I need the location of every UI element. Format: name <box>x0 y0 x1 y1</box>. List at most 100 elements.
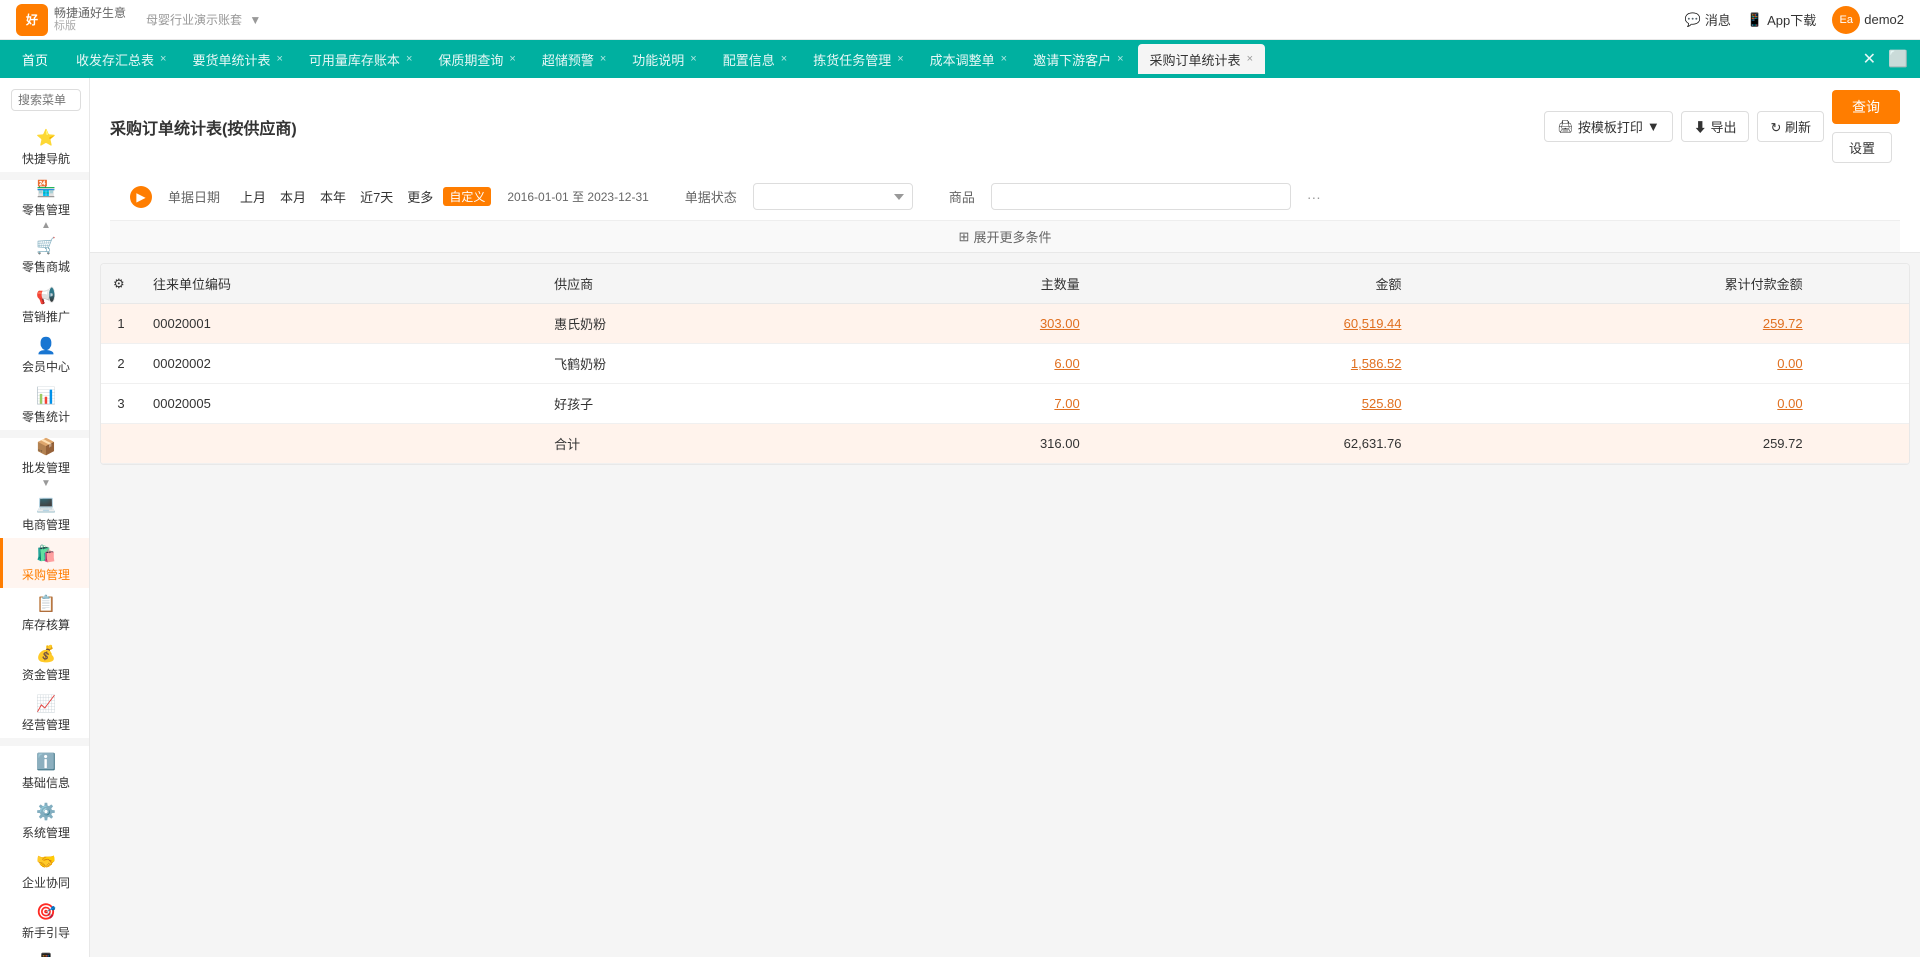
row-supplier: 惠氏奶粉 <box>542 304 841 344</box>
enterprise-collab-icon: 🤝 <box>36 852 56 872</box>
shortcut-icon: ⭐ <box>36 128 56 148</box>
shortcut-this-month[interactable]: 本月 <box>276 185 310 208</box>
filter-toggle-button[interactable]: ▶ <box>130 186 152 208</box>
sidebar-item-marketing[interactable]: 📢 营销推广 <box>0 280 89 330</box>
tab-stock-book[interactable]: 可用量库存账本 × <box>297 44 424 74</box>
close-icon[interactable]: × <box>1117 53 1123 65</box>
close-icon[interactable]: × <box>897 53 903 65</box>
close-icon[interactable]: × <box>781 53 787 65</box>
tab-goods-summary[interactable]: 要货单统计表 × <box>180 44 294 74</box>
row-extra <box>1815 384 1909 424</box>
sidebar-item-retail-shop[interactable]: 🛒 零售商城 <box>0 230 89 280</box>
sidebar-item-operations[interactable]: 📈 经营管理 <box>0 688 89 738</box>
top-bar-right: 💬 消息 📱 App下载 Ea demo2 <box>1685 6 1904 34</box>
data-table-wrap: ⚙ 往来单位编码 供应商 主数量 金额 累计付款金额 1 00020001 惠氏… <box>100 263 1910 465</box>
tab-config-info[interactable]: 配置信息 × <box>711 44 799 74</box>
table-header-row: ⚙ 往来单位编码 供应商 主数量 金额 累计付款金额 <box>101 264 1909 304</box>
expand-button[interactable]: ⊞ 展开更多条件 <box>959 227 1052 246</box>
nav-close-button[interactable]: ✕ <box>1859 49 1880 69</box>
col-amount: 金额 <box>1092 264 1414 304</box>
sidebar-item-ecommerce[interactable]: 💻 电商管理 <box>0 488 89 538</box>
sidebar-item-finance[interactable]: 💰 资金管理 <box>0 638 89 688</box>
tab-picking-task[interactable]: 拣货任务管理 × <box>801 44 915 74</box>
nav-maximize-button[interactable]: ⬜ <box>1884 49 1912 69</box>
row-supplier: 好孩子 <box>542 384 841 424</box>
tab-purchase-summary[interactable]: 采购订单统计表 × <box>1138 44 1265 74</box>
shortcut-this-year[interactable]: 本年 <box>316 185 350 208</box>
footer-amount: 62,631.76 <box>1092 424 1414 464</box>
refresh-button[interactable]: ↻ 刷新 <box>1757 111 1824 142</box>
logo-icon: 好 <box>16 4 48 36</box>
finance-icon: 💰 <box>36 644 56 664</box>
search-input[interactable] <box>11 89 81 111</box>
sidebar-item-member[interactable]: 👤 会员中心 <box>0 330 89 380</box>
sidebar-item-new-guide[interactable]: 🎯 新手引导 <box>0 896 89 946</box>
page-actions: 🖨 按模板打印 ▼ ⬇ 导出 ↻ 刷新 查询 设置 <box>1544 90 1900 163</box>
sidebar-item-wholesale[interactable]: 📦 批发管理 ▼ <box>0 438 89 488</box>
tab-expiry-query[interactable]: 保质期查询 × <box>426 44 527 74</box>
top-bar-left: 好 畅捷通好生意 标版 母婴行业演示账套 ▼ <box>16 4 261 36</box>
row-qty[interactable]: 6.00 <box>841 344 1092 384</box>
sidebar-item-search[interactable] <box>0 78 89 122</box>
row-paid[interactable]: 0.00 <box>1414 344 1815 384</box>
row-amount[interactable]: 60,519.44 <box>1092 304 1414 344</box>
table-row: 3 00020005 好孩子 7.00 525.80 0.00 <box>101 384 1909 424</box>
sidebar-item-sys-mgmt[interactable]: ⚙️ 系统管理 <box>0 796 89 846</box>
close-icon[interactable]: × <box>690 53 696 65</box>
row-paid[interactable]: 0.00 <box>1414 384 1815 424</box>
col-settings[interactable]: ⚙ <box>101 264 141 304</box>
tab-receive-summary[interactable]: 收发存汇总表 × <box>64 44 178 74</box>
col-settings-icon[interactable]: ⚙ <box>113 276 125 291</box>
footer-qty: 316.00 <box>841 424 1092 464</box>
shortcut-7days[interactable]: 近7天 <box>356 185 397 208</box>
goods-more-icon[interactable]: ··· <box>1307 189 1321 205</box>
sidebar-item-shortcut[interactable]: ⭐ 快捷导航 <box>0 122 89 172</box>
query-settings-group: 查询 设置 <box>1832 90 1900 163</box>
close-icon[interactable]: × <box>1247 53 1253 65</box>
sidebar-item-purchase[interactable]: 🛍️ 采购管理 <box>0 538 89 588</box>
breadcrumb: 母婴行业演示账套 ▼ <box>146 11 261 28</box>
close-icon[interactable]: × <box>600 53 606 65</box>
base-info-icon: ℹ️ <box>36 752 56 772</box>
tab-overstock[interactable]: 超储预警 × <box>530 44 618 74</box>
sidebar-item-base-info[interactable]: ℹ️ 基础信息 <box>0 746 89 796</box>
retail-shop-icon: 🛒 <box>36 236 56 256</box>
close-icon[interactable]: × <box>160 53 166 65</box>
close-icon[interactable]: × <box>276 53 282 65</box>
tab-invite-downstream[interactable]: 邀请下游客户 × <box>1021 44 1135 74</box>
row-qty[interactable]: 7.00 <box>841 384 1092 424</box>
row-amount[interactable]: 525.80 <box>1092 384 1414 424</box>
status-filter-label: 单据状态 <box>685 187 737 206</box>
logo-text: 畅捷通好生意 标版 <box>54 6 126 34</box>
message-button[interactable]: 💬 消息 <box>1685 10 1731 29</box>
custom-date-tag[interactable]: 自定义 <box>443 187 491 206</box>
tab-home[interactable]: 首页 <box>8 44 62 74</box>
app-download-button[interactable]: 📱 App下载 <box>1747 10 1816 29</box>
shortcut-last-month[interactable]: 上月 <box>236 185 270 208</box>
row-amount[interactable]: 1,586.52 <box>1092 344 1414 384</box>
footer-empty <box>101 424 542 464</box>
sidebar-item-app-center[interactable]: 📱 应用中心 <box>0 946 89 957</box>
close-icon[interactable]: × <box>509 53 515 65</box>
export-button[interactable]: ⬇ 导出 <box>1681 111 1750 142</box>
close-icon[interactable]: × <box>406 53 412 65</box>
query-button[interactable]: 查询 <box>1832 90 1900 124</box>
logo-area: 好 畅捷通好生意 标版 <box>16 4 126 36</box>
filter-row: ▶ 单据日期 上月 本月 本年 近7天 更多 自定义 2016-01-01 至 <box>130 183 1880 210</box>
sidebar-item-retail-stats[interactable]: 📊 零售统计 <box>0 380 89 430</box>
tab-func-desc[interactable]: 功能说明 × <box>620 44 708 74</box>
sidebar-item-enterprise-collab[interactable]: 🤝 企业协同 <box>0 846 89 896</box>
close-icon[interactable]: × <box>1001 53 1007 65</box>
print-button[interactable]: 🖨 按模板打印 ▼ <box>1544 111 1672 142</box>
sidebar-item-retail-mgmt[interactable]: 🏪 零售管理 ▲ <box>0 180 89 230</box>
row-qty[interactable]: 303.00 <box>841 304 1092 344</box>
tab-cost-adjust[interactable]: 成本调整单 × <box>918 44 1019 74</box>
col-supplier: 供应商 <box>542 264 841 304</box>
goods-input[interactable] <box>991 183 1291 210</box>
settings-button[interactable]: 设置 <box>1832 132 1892 163</box>
shortcut-more[interactable]: 更多 <box>403 185 437 208</box>
status-select[interactable] <box>753 183 913 210</box>
user-avatar[interactable]: Ea demo2 <box>1832 6 1904 34</box>
row-paid[interactable]: 259.72 <box>1414 304 1815 344</box>
sidebar-item-inventory[interactable]: 📋 库存核算 <box>0 588 89 638</box>
